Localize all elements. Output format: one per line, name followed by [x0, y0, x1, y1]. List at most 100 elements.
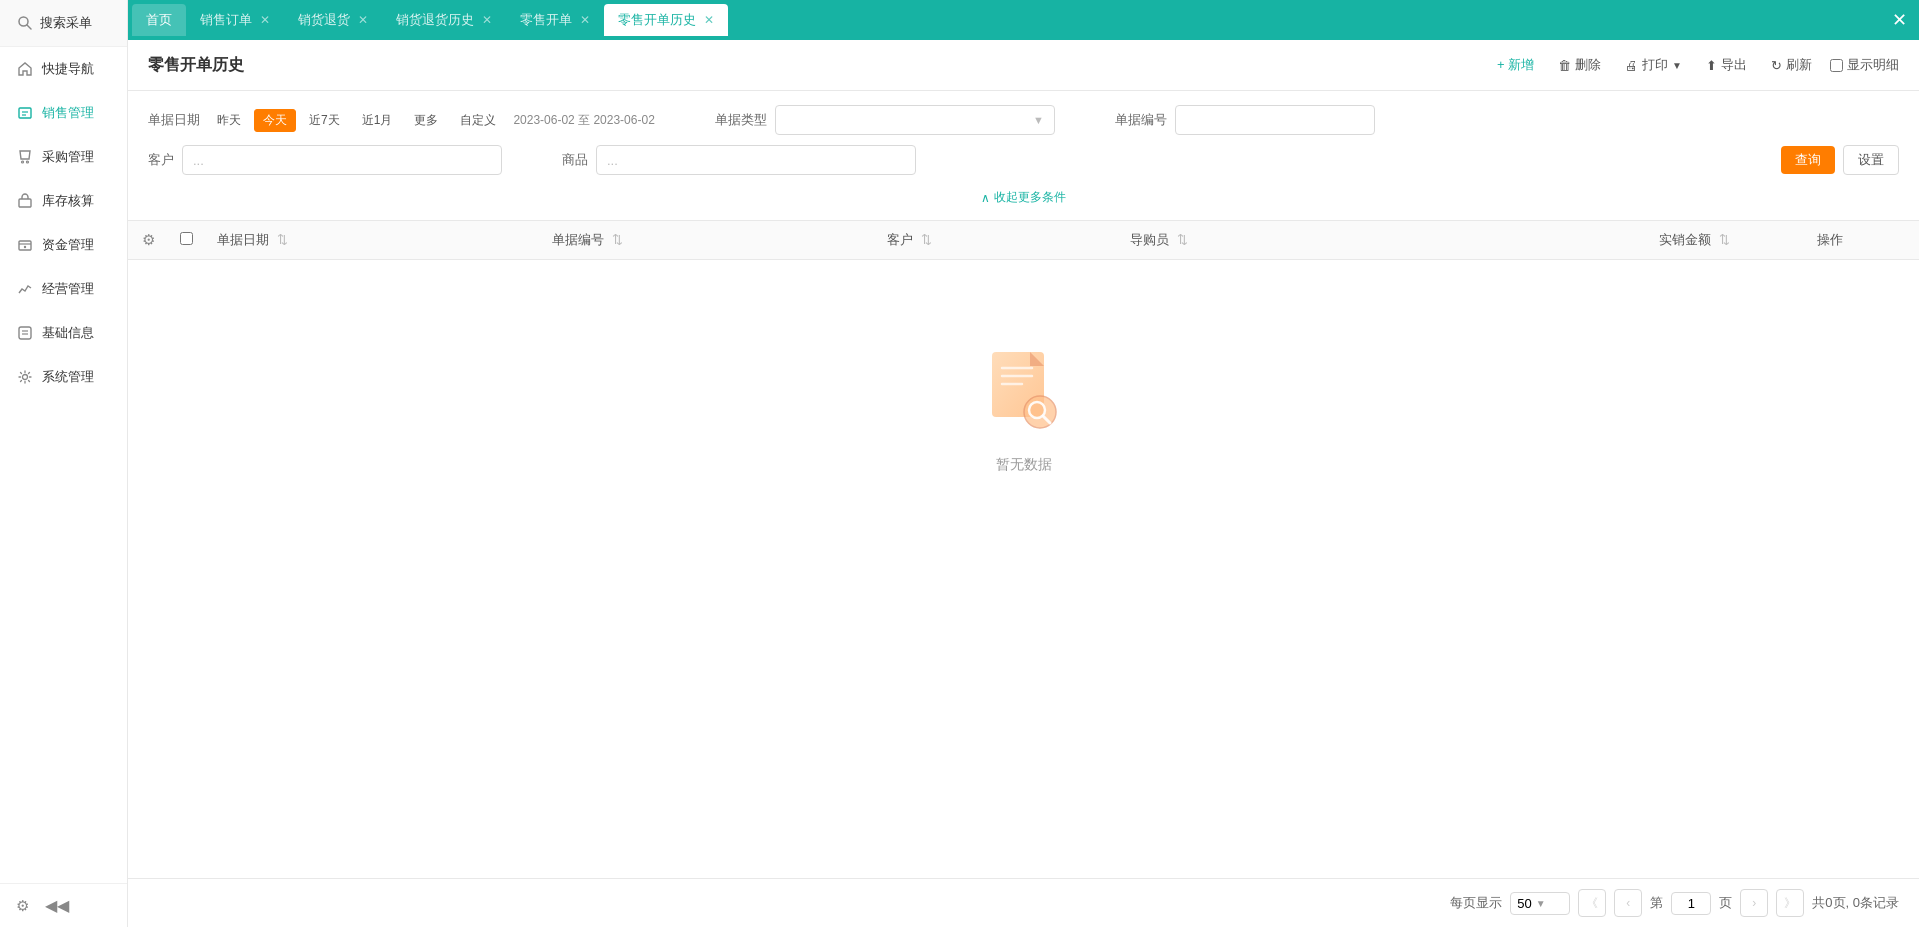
page-suffix: 页	[1719, 894, 1732, 912]
page-prefix: 第	[1650, 894, 1663, 912]
sidebar-item-label: 采购管理	[42, 148, 94, 166]
sort-amount-icon[interactable]: ⇅	[1719, 232, 1730, 247]
th-doc-no[interactable]: 单据编号 ⇅	[540, 221, 875, 260]
tab-retail-open[interactable]: 零售开单 ✕	[506, 4, 604, 36]
display-detail-checkbox[interactable]: 显示明细	[1830, 56, 1899, 74]
page-input[interactable]	[1671, 892, 1711, 915]
th-checkbox[interactable]	[168, 221, 205, 260]
tab-retail-history-close[interactable]: ✕	[704, 13, 714, 27]
print-button[interactable]: 🖨 打印 ▼	[1619, 52, 1688, 78]
tab-home[interactable]: 首页	[132, 4, 186, 36]
select-all-checkbox[interactable]	[180, 232, 193, 245]
prev-page-btn[interactable]: ‹	[1614, 889, 1642, 917]
sidebar-search[interactable]: 搜索采单	[0, 0, 127, 47]
tab-retail-history-label: 零售开单历史	[618, 11, 696, 29]
tab-sales-return-history[interactable]: 销货退货历史 ✕	[382, 4, 506, 36]
pagination: 每页显示 50 ▼ 《 ‹ 第 页 › 》 共0页, 0条记录	[128, 878, 1919, 927]
empty-row: 暂无数据	[128, 260, 1919, 535]
sidebar-collapse-icon[interactable]: ◀◀	[45, 896, 69, 915]
customer-input[interactable]: ...	[182, 145, 502, 175]
filter-goods: 商品 ...	[562, 145, 916, 175]
query-button[interactable]: 查询	[1781, 146, 1835, 174]
date-btn-today[interactable]: 今天	[254, 109, 296, 132]
sidebar-item-basic-info[interactable]: 基础信息	[0, 311, 127, 355]
tab-sales-order-close[interactable]: ✕	[260, 13, 270, 27]
sidebar-item-inventory[interactable]: 库存核算	[0, 179, 127, 223]
th-amount[interactable]: 实销金额 ⇅	[1407, 221, 1742, 260]
sort-doc-no-icon[interactable]: ⇅	[612, 232, 623, 247]
per-page-dropdown-icon: ▼	[1536, 898, 1546, 909]
sidebar-item-finance[interactable]: 资金管理	[0, 223, 127, 267]
doc-type-label: 单据类型	[715, 111, 767, 129]
date-btn-yesterday[interactable]: 昨天	[208, 109, 250, 132]
tab-retail-open-close[interactable]: ✕	[580, 13, 590, 27]
th-settings[interactable]: ⚙	[128, 221, 168, 260]
tab-sales-return[interactable]: 销货退货 ✕	[284, 4, 382, 36]
filter-doc-type: 单据类型 ▼	[715, 105, 1055, 135]
th-sales-person[interactable]: 导购员 ⇅	[1118, 221, 1407, 260]
settings-button[interactable]: 设置	[1843, 145, 1899, 175]
th-customer[interactable]: 客户 ⇅	[875, 221, 1118, 260]
goods-placeholder: ...	[607, 153, 905, 168]
date-btn-last7[interactable]: 近7天	[300, 109, 349, 132]
doc-type-select[interactable]: ▼	[775, 105, 1055, 135]
empty-state: 暂无数据	[128, 260, 1919, 534]
page-title: 零售开单历史	[148, 55, 244, 76]
tab-sales-return-history-close[interactable]: ✕	[482, 13, 492, 27]
inventory-icon	[16, 192, 34, 210]
doc-no-input[interactable]	[1175, 105, 1375, 135]
sidebar-item-system[interactable]: 系统管理	[0, 355, 127, 399]
goods-input[interactable]: ...	[596, 145, 916, 175]
date-btn-more[interactable]: 更多	[405, 109, 447, 132]
next-page-btn[interactable]: ›	[1740, 889, 1768, 917]
th-doc-date[interactable]: 单据日期 ⇅	[205, 221, 540, 260]
collapse-up-icon: ∧	[981, 191, 990, 205]
sidebar-item-quick-nav[interactable]: 快捷导航	[0, 47, 127, 91]
table-settings-icon[interactable]: ⚙	[142, 231, 155, 248]
per-page-label: 每页显示	[1450, 894, 1502, 912]
date-btn-custom[interactable]: 自定义	[451, 109, 505, 132]
sort-sales-person-icon[interactable]: ⇅	[1177, 232, 1188, 247]
filter-row-2: 客户 ... 商品 ... 查询 设置	[148, 145, 1899, 175]
sidebar-item-label: 基础信息	[42, 324, 94, 342]
sort-customer-icon[interactable]: ⇅	[921, 232, 932, 247]
operations-icon	[16, 280, 34, 298]
first-page-btn[interactable]: 《	[1578, 889, 1606, 917]
empty-cell: 暂无数据	[128, 260, 1919, 535]
tab-sales-order[interactable]: 销售订单 ✕	[186, 4, 284, 36]
sidebar-item-label: 经营管理	[42, 280, 94, 298]
delete-icon: 🗑	[1558, 58, 1571, 73]
sidebar-item-operations[interactable]: 经营管理	[0, 267, 127, 311]
window-close-icon[interactable]: ✕	[1892, 11, 1907, 29]
data-table: ⚙ 单据日期 ⇅ 单据编号 ⇅	[128, 221, 1919, 534]
tab-retail-history[interactable]: 零售开单历史 ✕	[604, 4, 728, 36]
sidebar-bottom: ⚙ ◀◀	[0, 883, 127, 927]
system-icon	[16, 368, 34, 386]
display-detail-label: 显示明细	[1847, 56, 1899, 74]
doc-type-dropdown-icon: ▼	[1033, 114, 1044, 126]
filter-area: 单据日期 昨天 今天 近7天 近1月 更多 自定义 2023-06-02 至 2…	[128, 91, 1919, 221]
export-button[interactable]: ⬆ 导出	[1700, 52, 1753, 78]
search-icon	[16, 14, 34, 32]
delete-button[interactable]: 🗑 🗑 删除 删除	[1552, 52, 1607, 78]
tab-sales-return-history-label: 销货退货历史	[396, 11, 474, 29]
per-page-select[interactable]: 50 ▼	[1510, 892, 1570, 915]
collapse-row[interactable]: ∧ 收起更多条件	[148, 185, 1899, 210]
goods-label: 商品	[562, 151, 588, 169]
settings-gear-icon[interactable]: ⚙	[16, 897, 29, 915]
basic-info-icon	[16, 324, 34, 342]
display-detail-input[interactable]	[1830, 59, 1843, 72]
date-btn-last1m[interactable]: 近1月	[353, 109, 402, 132]
svg-rect-2	[19, 108, 31, 118]
svg-point-9	[24, 246, 26, 248]
svg-rect-10	[19, 327, 31, 339]
date-label: 单据日期	[148, 111, 200, 129]
last-page-btn[interactable]: 》	[1776, 889, 1804, 917]
refresh-button[interactable]: ↻ 刷新	[1765, 52, 1818, 78]
add-button[interactable]: + 新增	[1491, 52, 1540, 78]
tab-sales-return-close[interactable]: ✕	[358, 13, 368, 27]
sort-doc-date-icon[interactable]: ⇅	[277, 232, 288, 247]
sidebar-item-sales-mgmt[interactable]: 销售管理	[0, 91, 127, 135]
sidebar-item-purchase-mgmt[interactable]: 采购管理	[0, 135, 127, 179]
sidebar: 搜索采单 快捷导航 销售管理 采购管理	[0, 0, 128, 927]
